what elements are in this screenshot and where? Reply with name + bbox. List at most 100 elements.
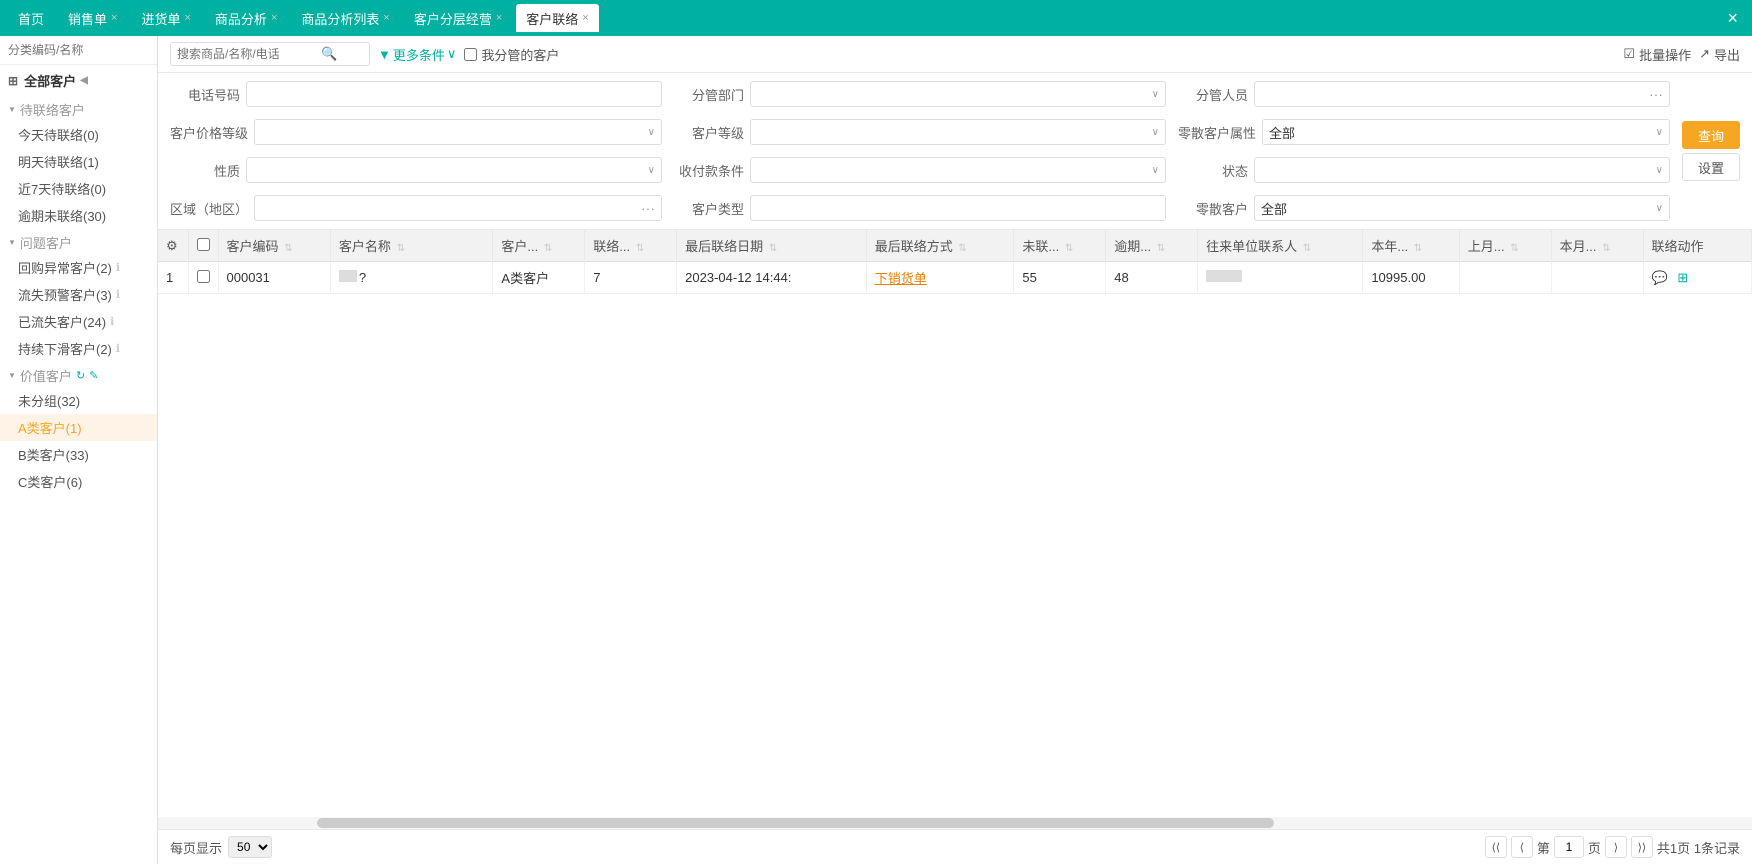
filter-payment-label: 收付款条件	[674, 161, 744, 180]
contact-icon[interactable]: 💬	[1652, 270, 1668, 285]
nav-tab-customer-layer[interactable]: 客户分层经营 ×	[404, 4, 512, 32]
dots-icon[interactable]: ···	[1649, 86, 1663, 102]
page-size-select[interactable]: 50	[228, 836, 272, 858]
content-area: 🔍 ▼ 更多条件 ∨ 我分管的客户 ☑ 批量操作 ↗ 导出	[158, 36, 1752, 864]
query-button[interactable]: 查询	[1682, 121, 1740, 149]
edit-icon[interactable]: ✎	[89, 369, 98, 382]
filter-row-3-c2: 收付款条件 ∨	[674, 157, 1166, 183]
group-problem-customers[interactable]: ▼ 问题客户	[0, 229, 157, 254]
more-action-icon[interactable]: ⊞	[1677, 270, 1688, 285]
sidebar-item-today[interactable]: 今天待联络(0)	[0, 121, 157, 148]
setting-button[interactable]: 设置	[1682, 153, 1740, 181]
cell-contact: 7	[585, 262, 677, 294]
chevron-down-icon: ∨	[1656, 165, 1663, 176]
close-icon[interactable]: ×	[111, 12, 117, 24]
filter-customer-level-select[interactable]: ∨	[750, 119, 1166, 145]
page-number-input[interactable]	[1554, 836, 1584, 858]
filter-price-level-select[interactable]: ∨	[254, 119, 662, 145]
row-checkbox[interactable]	[197, 270, 210, 283]
filter-region-select[interactable]: ···	[254, 195, 662, 221]
sort-icon[interactable]: ⇅	[397, 243, 405, 254]
sidebar-item-repurchase-abnormal[interactable]: 回购异常客户(2) ℹ	[0, 254, 157, 281]
search-box[interactable]: 🔍	[170, 42, 370, 66]
sort-icon[interactable]: ⇅	[284, 243, 292, 254]
sort-icon[interactable]: ⇅	[1065, 243, 1073, 254]
sidebar-item-churned[interactable]: 已流失客户(24) ℹ	[0, 308, 157, 335]
horizontal-scrollbar[interactable]	[158, 817, 1752, 829]
search-icon[interactable]: 🔍	[321, 46, 337, 62]
close-all-button[interactable]: ×	[1721, 8, 1744, 29]
first-page-button[interactable]: ⟨⟨	[1485, 836, 1507, 858]
export-button[interactable]: ↗ 导出	[1699, 45, 1740, 64]
filter-retail-customer-select[interactable]: 全部 ∨	[1254, 195, 1670, 221]
sort-icon[interactable]: ⇅	[1602, 243, 1610, 254]
sort-icon[interactable]: ⇅	[958, 243, 966, 254]
close-icon[interactable]: ×	[184, 12, 190, 24]
col-last-date-label: 最后联络日期	[685, 239, 763, 254]
nav-tab-analysis[interactable]: 商品分析 ×	[205, 4, 287, 32]
my-customers-checkbox-label[interactable]: 我分管的客户	[464, 45, 559, 64]
sidebar-item-churn-warning[interactable]: 流失预警客户(3) ℹ	[0, 281, 157, 308]
refresh-icon[interactable]: ↻	[76, 369, 85, 382]
sort-icon[interactable]: ⇅	[1414, 243, 1422, 254]
nav-tab-sales[interactable]: 销售单 ×	[58, 4, 127, 32]
my-customers-checkbox[interactable]	[464, 48, 477, 61]
sort-icon[interactable]: ⇅	[1157, 243, 1165, 254]
sidebar-item-unclassified[interactable]: 未分组(32)	[0, 387, 157, 414]
filter-payment-select[interactable]: ∨	[750, 157, 1166, 183]
dots-icon[interactable]: ···	[641, 200, 655, 216]
sort-icon[interactable]: ⇅	[1510, 243, 1518, 254]
nav-tab-purchase[interactable]: 进货单 ×	[131, 4, 200, 32]
filter-status-select[interactable]: ∨	[1254, 157, 1670, 183]
filter-row-2-c2: 客户等级 ∨	[674, 119, 1166, 145]
sort-icon[interactable]: ⇅	[769, 243, 777, 254]
export-icon: ↗	[1699, 46, 1710, 62]
gear-icon[interactable]: ⚙	[166, 238, 178, 253]
search-input[interactable]	[177, 47, 317, 61]
filter-region: 区域（地区） ···	[170, 195, 662, 221]
group-pending-contact[interactable]: ▼ 待联络客户	[0, 96, 157, 121]
sidebar-search-input[interactable]	[8, 43, 158, 57]
batch-operation-button[interactable]: ☑ 批量操作	[1623, 45, 1691, 64]
filter-dept-select[interactable]: ∨	[750, 81, 1166, 107]
sidebar-item-class-b[interactable]: B类客户(33)	[0, 441, 157, 468]
filter-customer-type-select[interactable]	[750, 195, 1166, 221]
last-way-link[interactable]: 下销货单	[875, 271, 927, 286]
group-value-customers[interactable]: ▼ 价值客户 ↻ ✎	[0, 362, 157, 387]
nav-tab-analysis-list[interactable]: 商品分析列表 ×	[291, 4, 399, 32]
sidebar-item-7days[interactable]: 近7天待联络(0)	[0, 175, 157, 202]
all-customers-header[interactable]: ⊞ 全部客户 ◀	[0, 65, 157, 96]
col-gear[interactable]: ⚙	[158, 230, 188, 262]
sidebar-item-tomorrow[interactable]: 明天待联络(1)	[0, 148, 157, 175]
close-icon[interactable]: ×	[582, 12, 588, 24]
sidebar-item-class-a[interactable]: A类客户(1)	[0, 414, 157, 441]
close-icon[interactable]: ×	[383, 12, 389, 24]
nav-tab-customer-contact[interactable]: 客户联络 ×	[516, 4, 598, 32]
sidebar-item-declining[interactable]: 持续下滑客户(2) ℹ	[0, 335, 157, 362]
sort-icon[interactable]: ⇅	[1303, 243, 1311, 254]
nav-home[interactable]: 首页	[8, 4, 54, 32]
filter-row-3-c3: 状态 ∨	[1178, 157, 1670, 183]
filter-nature-select[interactable]: ∨	[246, 157, 662, 183]
cell-last-way[interactable]: 下销货单	[866, 262, 1014, 294]
sidebar-item-overdue[interactable]: 逾期未联络(30)	[0, 202, 157, 229]
cell-name: ?	[330, 262, 492, 294]
sort-icon[interactable]: ⇅	[544, 243, 552, 254]
sidebar-item-class-c[interactable]: C类客户(6)	[0, 468, 157, 495]
more-conditions-button[interactable]: ▼ 更多条件 ∨	[378, 45, 456, 64]
next-page-button[interactable]: ⟩	[1605, 836, 1627, 858]
close-icon[interactable]: ×	[271, 12, 277, 24]
close-icon[interactable]: ×	[496, 12, 502, 24]
select-all-checkbox[interactable]	[197, 238, 210, 251]
last-page-button[interactable]: ⟩⟩	[1631, 836, 1653, 858]
sort-icon[interactable]: ⇅	[636, 243, 644, 254]
filter-manager-select[interactable]: ···	[1254, 81, 1670, 107]
filter-customer-level: 客户等级 ∨	[674, 119, 1166, 145]
scrollbar-thumb[interactable]	[317, 818, 1273, 828]
prev-page-button[interactable]: ⟨	[1511, 836, 1533, 858]
col-last-month: 上月... ⇅	[1459, 230, 1551, 262]
col-level-label: 客户...	[501, 239, 538, 254]
filter-nature: 性质 ∨	[170, 157, 662, 183]
filter-phone-input[interactable]	[246, 81, 662, 107]
filter-retail-attr-select[interactable]: 全部 ∨	[1262, 119, 1670, 145]
